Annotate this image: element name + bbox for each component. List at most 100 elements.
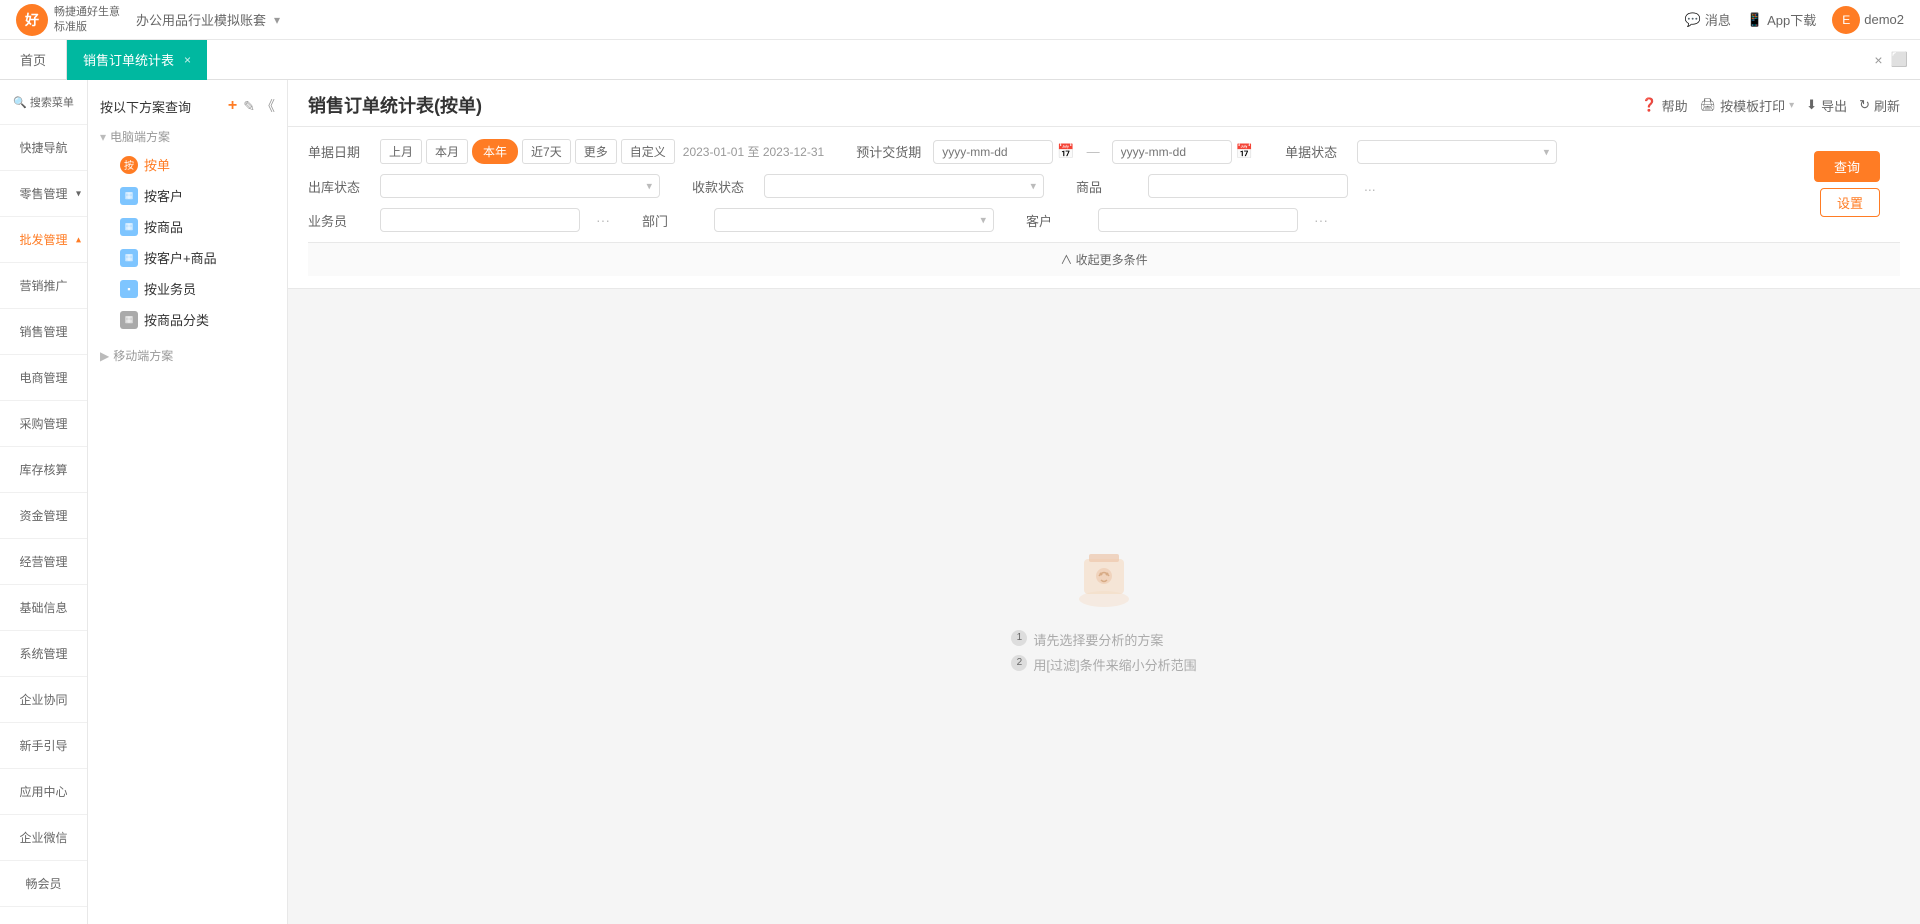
cust-prod-scheme-icon: ▦ — [120, 249, 138, 267]
delivery-select-wrap — [380, 174, 660, 198]
empty-hints: 1 请先选择要分析的方案 2 用[过滤]条件来缩小分析范围 — [1011, 630, 1196, 680]
settings-button[interactable]: 设置 — [1820, 188, 1880, 217]
salesperson-more-btn[interactable]: ··· — [596, 212, 610, 228]
content: 按以下方案查询 + ✎ 《 ▾ 电脑端方案 按 按单 ▦ — [88, 80, 1920, 924]
app-download-btn[interactable]: 📱 App下载 — [1747, 10, 1816, 29]
date-from-input[interactable] — [933, 140, 1053, 164]
add-scheme-btn[interactable]: + — [228, 97, 237, 115]
customer-input[interactable] — [1098, 208, 1298, 232]
help-btn[interactable]: ❓ 帮助 — [1641, 96, 1687, 115]
sidebar-item-operation[interactable]: 经营管理 — [0, 539, 87, 585]
scheme-category[interactable]: ▦ 按商品分类 — [108, 304, 287, 335]
delivery-select[interactable] — [380, 174, 660, 198]
tabbar-right: × ⬜ — [1874, 51, 1920, 68]
logo-text: 畅捷通好生意 标准版 — [54, 5, 120, 34]
customer-more-btn[interactable]: ··· — [1314, 212, 1328, 228]
message-icon: 💬 — [1685, 12, 1701, 28]
collapse-bar[interactable]: ∧ 收起更多条件 — [308, 242, 1900, 276]
expected-date-label: 预计交货期 — [856, 142, 921, 161]
customer-scheme-icon: ▦ — [120, 187, 138, 205]
page-actions: ❓ 帮助 🖨 按模板打印 ▾ ⬇ 导出 ↻ 刷新 — [1641, 96, 1900, 115]
scheme-customer[interactable]: ▦ 按客户 — [108, 180, 287, 211]
customer-label: 客户 — [1026, 211, 1086, 230]
scheme-cust-prod[interactable]: ▦ 按客户+商品 — [108, 242, 287, 273]
sidebar-item-wholesale[interactable]: 批发管理 ▴ — [0, 217, 87, 263]
payment-select-wrap — [764, 174, 1044, 198]
scheme-salesperson[interactable]: ▪ 按业务员 — [108, 273, 287, 304]
query-button[interactable]: 查询 — [1814, 151, 1880, 182]
department-select-wrap — [714, 208, 994, 232]
sidebar-item-search[interactable]: 🔍 搜索菜单 — [0, 80, 87, 125]
message-btn[interactable]: 💬 消息 — [1685, 10, 1731, 29]
left-panel-header: 按以下方案查询 + ✎ 《 — [88, 92, 287, 124]
sidebar-item-newbie[interactable]: 新手引导 — [0, 723, 87, 769]
goods-more-btn[interactable]: ... — [1364, 178, 1376, 194]
hint-num-1: 1 — [1011, 630, 1027, 646]
date-btn-more[interactable]: 更多 — [575, 139, 617, 164]
sidebar-item-inventory[interactable]: 库存核算 — [0, 447, 87, 493]
logo-icon: 好 — [16, 4, 48, 36]
sidebar-item-marketing[interactable]: 营销推广 — [0, 263, 87, 309]
tab-home[interactable]: 首页 — [0, 40, 67, 80]
print-icon: 🖨 — [1700, 97, 1717, 113]
sidebar-item-finance[interactable]: 资金管理 — [0, 493, 87, 539]
scheme-order[interactable]: 按 按单 — [108, 149, 287, 180]
edit-scheme-btn[interactable]: ✎ — [243, 98, 255, 115]
status-select[interactable] — [1357, 140, 1557, 164]
date-btn-this-month[interactable]: 本月 — [426, 139, 468, 164]
tab-active[interactable]: 销售订单统计表 × — [67, 40, 207, 80]
date-btn-last-month[interactable]: 上月 — [380, 139, 422, 164]
department-select[interactable] — [714, 208, 994, 232]
export-btn[interactable]: ⬇ 导出 — [1806, 96, 1847, 115]
topbar-right: 💬 消息 📱 App下载 E demo2 — [1685, 6, 1904, 34]
scheme-product[interactable]: ▦ 按商品 — [108, 211, 287, 242]
tab-close-icon[interactable]: × — [184, 53, 191, 67]
sidebar-item-purchase[interactable]: 采购管理 — [0, 401, 87, 447]
refresh-btn[interactable]: ↻ 刷新 — [1859, 96, 1900, 115]
salesperson-scheme-icon: ▪ — [120, 280, 138, 298]
sidebar-item-system[interactable]: 系统管理 — [0, 631, 87, 677]
order-scheme-icon: 按 — [120, 156, 138, 174]
filter-area: 单据日期 上月 本月 本年 近7天 更多 自定义 2023-01-01 至 20… — [288, 127, 1920, 289]
avatar: E — [1832, 6, 1860, 34]
user-area[interactable]: E demo2 — [1832, 6, 1904, 34]
salesperson-input[interactable] — [380, 208, 580, 232]
export-icon: ⬇ — [1806, 97, 1817, 113]
collapse-panel-btn[interactable]: 《 — [261, 96, 275, 116]
sidebar-item-basic[interactable]: 基础信息 — [0, 585, 87, 631]
date-btn-this-year[interactable]: 本年 — [472, 139, 518, 164]
retail-arrow-icon: ▾ — [76, 188, 81, 199]
left-panel: 按以下方案查询 + ✎ 《 ▾ 电脑端方案 按 按单 ▦ — [88, 80, 288, 924]
sidebar-item-corp[interactable]: 企业协同 — [0, 677, 87, 723]
mobile-expand-icon: ▶ — [100, 349, 109, 363]
date-label: 单据日期 — [308, 142, 368, 161]
date-to-input[interactable] — [1112, 140, 1232, 164]
topbar-dropdown-icon[interactable]: ▾ — [274, 13, 280, 27]
payment-label: 收款状态 — [692, 177, 752, 196]
category-scheme-icon: ▦ — [120, 311, 138, 329]
date-btn-custom[interactable]: 自定义 — [621, 139, 675, 164]
empty-hint-2: 2 用[过滤]条件来缩小分析范围 — [1011, 655, 1196, 674]
empty-state: 1 请先选择要分析的方案 2 用[过滤]条件来缩小分析范围 — [288, 289, 1920, 924]
calendar-to-icon: 📅 — [1236, 143, 1253, 160]
pc-section: ▾ 电脑端方案 — [88, 124, 287, 149]
minimize-icon[interactable]: × — [1874, 52, 1882, 68]
goods-input[interactable] — [1148, 174, 1348, 198]
sidebar-item-sales[interactable]: 销售管理 — [0, 309, 87, 355]
right-panel: 销售订单统计表(按单) ❓ 帮助 🖨 按模板打印 ▾ ⬇ 导出 — [288, 80, 1920, 924]
hint-num-2: 2 — [1011, 655, 1027, 671]
expand-icon: ▾ — [100, 130, 106, 144]
date-range-display: 2023-01-01 至 2023-12-31 — [683, 143, 824, 160]
status-select-wrap — [1357, 140, 1557, 164]
payment-select[interactable] — [764, 174, 1044, 198]
sidebar-item-ecommerce[interactable]: 电商管理 — [0, 355, 87, 401]
page-header: 销售订单统计表(按单) ❓ 帮助 🖨 按模板打印 ▾ ⬇ 导出 — [288, 80, 1920, 127]
maximize-icon[interactable]: ⬜ — [1891, 51, 1908, 68]
sidebar-item-wechat[interactable]: 企业微信 — [0, 815, 87, 861]
sidebar-item-member[interactable]: 畅会员 — [0, 861, 87, 907]
date-btn-7days[interactable]: 近7天 — [522, 139, 571, 164]
sidebar-item-retail[interactable]: 零售管理 ▾ — [0, 171, 87, 217]
sidebar-item-quick[interactable]: 快捷导航 — [0, 125, 87, 171]
print-btn[interactable]: 🖨 按模板打印 ▾ — [1700, 96, 1795, 115]
sidebar-item-appstore[interactable]: 应用中心 — [0, 769, 87, 815]
